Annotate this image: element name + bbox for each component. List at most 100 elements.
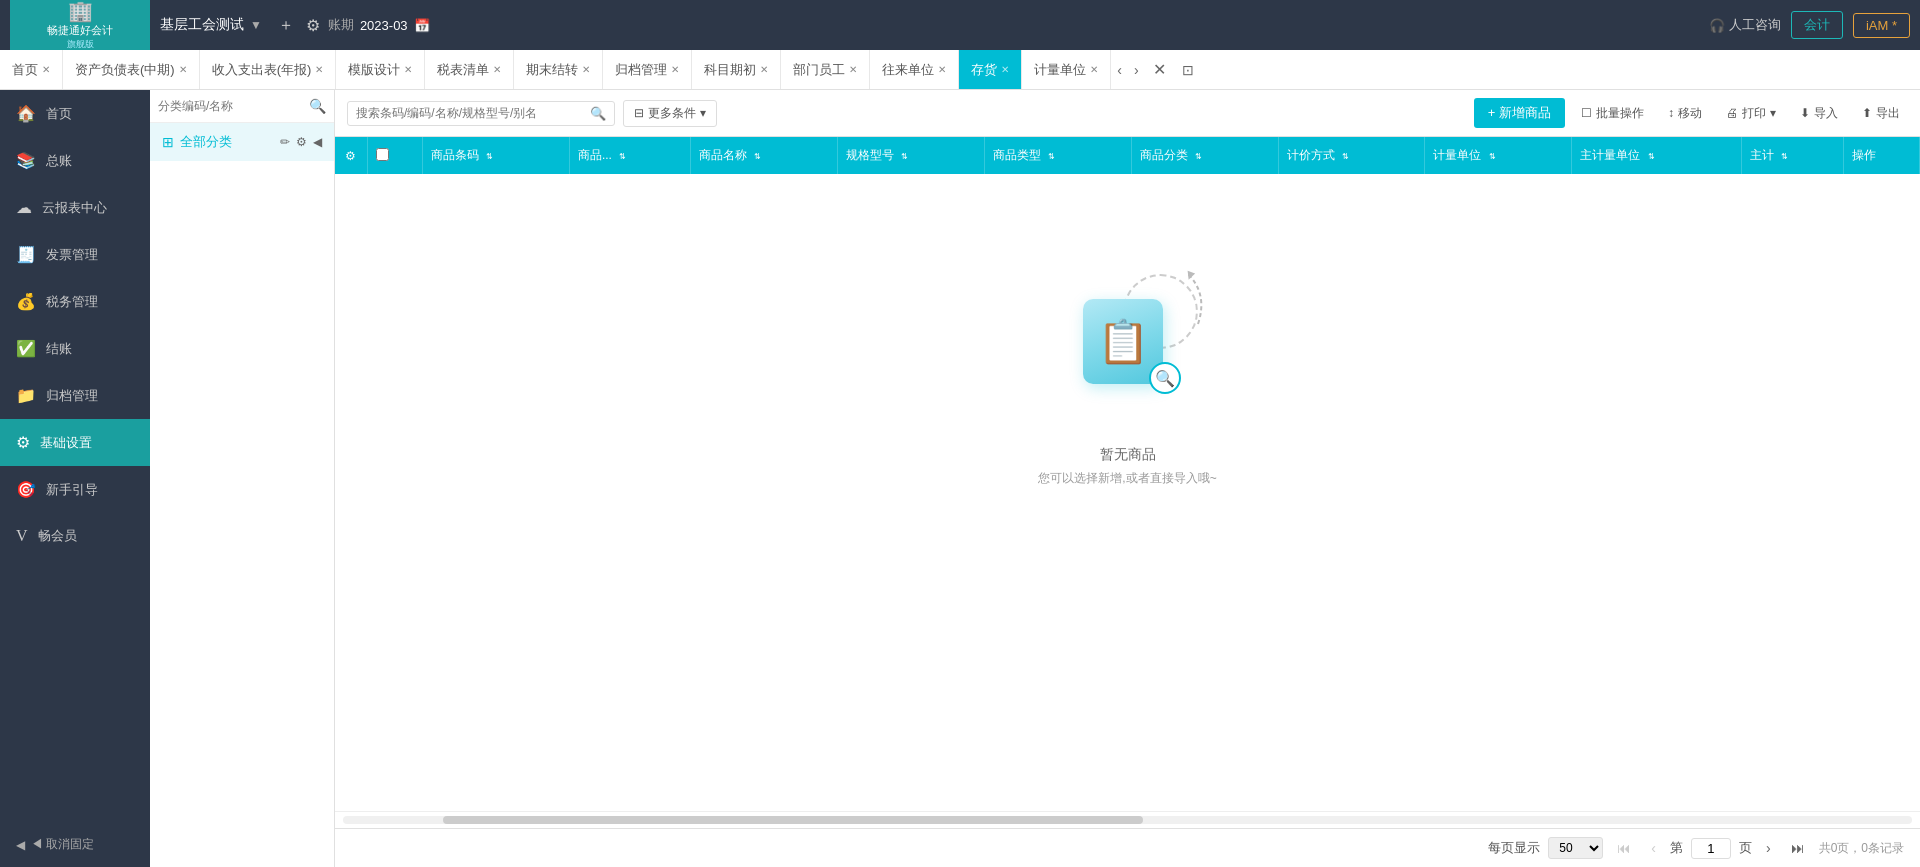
iam-button[interactable]: iAM * <box>1853 13 1910 38</box>
col-barcode[interactable]: 商品条码 ⇅ <box>423 137 570 174</box>
tab-subject[interactable]: 科目期初 ✕ <box>692 50 781 90</box>
tab-unit-close[interactable]: ✕ <box>1090 64 1098 75</box>
tab-inventory[interactable]: 存货 ✕ <box>959 50 1022 90</box>
tab-archive[interactable]: 归档管理 ✕ <box>603 50 692 90</box>
tab-template[interactable]: 模版设计 ✕ <box>336 50 425 90</box>
sidebar-item-ledger[interactable]: 📚 总账 <box>0 137 150 184</box>
last-page-button[interactable]: ⏭ <box>1785 838 1811 858</box>
per-page-select[interactable]: 50 100 200 <box>1548 837 1603 859</box>
company-dropdown-icon[interactable]: ▼ <box>250 18 262 32</box>
collapse-category-icon[interactable]: ◀ <box>313 135 322 149</box>
tab-period[interactable]: 期末结转 ✕ <box>514 50 603 90</box>
tab-income-close[interactable]: ✕ <box>315 64 323 75</box>
tab-template-close[interactable]: ✕ <box>404 64 412 75</box>
support-button[interactable]: 🎧 人工咨询 <box>1709 16 1781 34</box>
scroll-track[interactable] <box>343 816 1912 824</box>
add-product-button[interactable]: + 新增商品 <box>1474 98 1565 128</box>
sidebar-item-cloud[interactable]: ☁ 云报表中心 <box>0 184 150 231</box>
col-settings[interactable]: ⚙ <box>335 137 367 174</box>
tab-tax-close[interactable]: ✕ <box>493 64 501 75</box>
tab-asset-close[interactable]: ✕ <box>179 64 187 75</box>
first-page-button[interactable]: ⏮ <box>1611 838 1637 858</box>
tab-prev-button[interactable]: ‹ <box>1111 50 1128 90</box>
tab-department[interactable]: 部门员工 ✕ <box>781 50 870 90</box>
select-all-checkbox[interactable] <box>376 148 389 161</box>
scroll-thumb[interactable] <box>443 816 1143 824</box>
name-sort-icon[interactable]: ⇅ <box>754 152 761 161</box>
type-sort-icon[interactable]: ⇅ <box>1048 152 1055 161</box>
code-sort-icon[interactable]: ⇅ <box>619 152 626 161</box>
tab-subject-close[interactable]: ✕ <box>760 64 768 75</box>
tab-department-close[interactable]: ✕ <box>849 64 857 75</box>
import-button[interactable]: ⬇ 导入 <box>1792 101 1846 126</box>
horizontal-scrollbar[interactable] <box>335 811 1920 828</box>
add-tab-icon[interactable]: ＋ <box>278 15 294 36</box>
tab-unit[interactable]: 计量单位 ✕ <box>1022 50 1111 90</box>
barcode-sort-icon[interactable]: ⇅ <box>486 152 493 161</box>
page-input[interactable] <box>1691 838 1731 859</box>
product-search-input[interactable] <box>356 106 586 120</box>
settings-icon[interactable]: ⚙ <box>306 16 320 35</box>
logo-text: 畅捷通好会计 <box>47 23 113 38</box>
tab-asset[interactable]: 资产负债表(中期) ✕ <box>63 50 200 90</box>
product-search-icon[interactable]: 🔍 <box>590 106 606 121</box>
print-button[interactable]: 🖨 打印 ▾ <box>1718 101 1784 126</box>
tab-contact[interactable]: 往来单位 ✕ <box>870 50 959 90</box>
category-sort-icon[interactable]: ⇅ <box>1195 152 1202 161</box>
price-sort-icon[interactable]: ⇅ <box>1342 152 1349 161</box>
col-unit[interactable]: 计量单位 ⇅ <box>1425 137 1572 174</box>
tab-close-all-button[interactable]: ✕ <box>1145 50 1174 90</box>
unit-sort-icon[interactable]: ⇅ <box>1489 152 1496 161</box>
sidebar-item-settings[interactable]: ⚙ 基础设置 <box>0 419 150 466</box>
tab-tax[interactable]: 税表清单 ✕ <box>425 50 514 90</box>
sidebar-home-label: 首页 <box>46 105 72 123</box>
sidebar-settings-label: 基础设置 <box>40 434 92 452</box>
sidebar-item-archive[interactable]: 📁 归档管理 <box>0 372 150 419</box>
sidebar-item-guide[interactable]: 🎯 新手引导 <box>0 466 150 513</box>
prev-page-button[interactable]: ‹ <box>1645 838 1662 858</box>
next-page-button[interactable]: › <box>1760 838 1777 858</box>
col-category[interactable]: 商品分类 ⇅ <box>1131 137 1278 174</box>
tab-next-button[interactable]: › <box>1128 50 1145 90</box>
col-price-method[interactable]: 计价方式 ⇅ <box>1278 137 1425 174</box>
category-search-icon[interactable]: 🔍 <box>309 98 326 114</box>
tab-expand-button[interactable]: ⊡ <box>1174 50 1202 90</box>
col-code[interactable]: 商品... ⇅ <box>569 137 690 174</box>
col-name[interactable]: 商品名称 ⇅ <box>690 137 837 174</box>
main-count-sort-icon[interactable]: ⇅ <box>1781 152 1788 161</box>
tab-period-close[interactable]: ✕ <box>582 64 590 75</box>
tab-homepage-close[interactable]: ✕ <box>42 64 50 75</box>
main-unit-sort-icon[interactable]: ⇅ <box>1648 152 1655 161</box>
sidebar-item-home[interactable]: 🏠 首页 <box>0 90 150 137</box>
category-search-input[interactable] <box>158 99 309 113</box>
account-button[interactable]: 会计 <box>1791 11 1843 39</box>
col-checkbox[interactable] <box>367 137 423 174</box>
logo[interactable]: 🏢 畅捷通好会计 旗舰版 <box>10 0 150 50</box>
export-button[interactable]: ⬆ 导出 <box>1854 101 1908 126</box>
spec-sort-icon[interactable]: ⇅ <box>901 152 908 161</box>
tab-inventory-close[interactable]: ✕ <box>1001 64 1009 75</box>
sidebar-item-tax[interactable]: 💰 税务管理 <box>0 278 150 325</box>
sidebar-unpin-button[interactable]: ◀ ◀ 取消固定 <box>0 822 150 867</box>
tab-contact-close[interactable]: ✕ <box>938 64 946 75</box>
batch-button[interactable]: ☐ 批量操作 <box>1573 101 1652 126</box>
tab-homepage[interactable]: 首页 ✕ <box>0 50 63 90</box>
sidebar-item-settle[interactable]: ✅ 结账 <box>0 325 150 372</box>
settings-category-icon[interactable]: ⚙ <box>296 135 307 149</box>
move-button[interactable]: ↕ 移动 <box>1660 101 1710 126</box>
category-all-item[interactable]: ⊞ 全部分类 ✏ ⚙ ◀ <box>150 123 334 161</box>
more-filter-button[interactable]: ⊟ 更多条件 ▾ <box>623 100 717 127</box>
sidebar-item-member[interactable]: V 畅会员 <box>0 513 150 559</box>
col-spec[interactable]: 规格型号 ⇅ <box>837 137 984 174</box>
col-main-count[interactable]: 主计 ⇅ <box>1741 137 1843 174</box>
calendar-icon[interactable]: 📅 <box>414 18 430 33</box>
sidebar-item-invoice[interactable]: 🧾 发票管理 <box>0 231 150 278</box>
col-type[interactable]: 商品类型 ⇅ <box>984 137 1131 174</box>
tab-archive-close[interactable]: ✕ <box>671 64 679 75</box>
tab-tax-label: 税表清单 <box>437 61 489 79</box>
col-main-unit[interactable]: 主计量单位 ⇅ <box>1572 137 1741 174</box>
sidebar-guide-label: 新手引导 <box>46 481 98 499</box>
edit-category-icon[interactable]: ✏ <box>280 135 290 149</box>
tab-income[interactable]: 收入支出表(年报) ✕ <box>200 50 337 90</box>
period-value[interactable]: 2023-03 <box>360 18 408 33</box>
